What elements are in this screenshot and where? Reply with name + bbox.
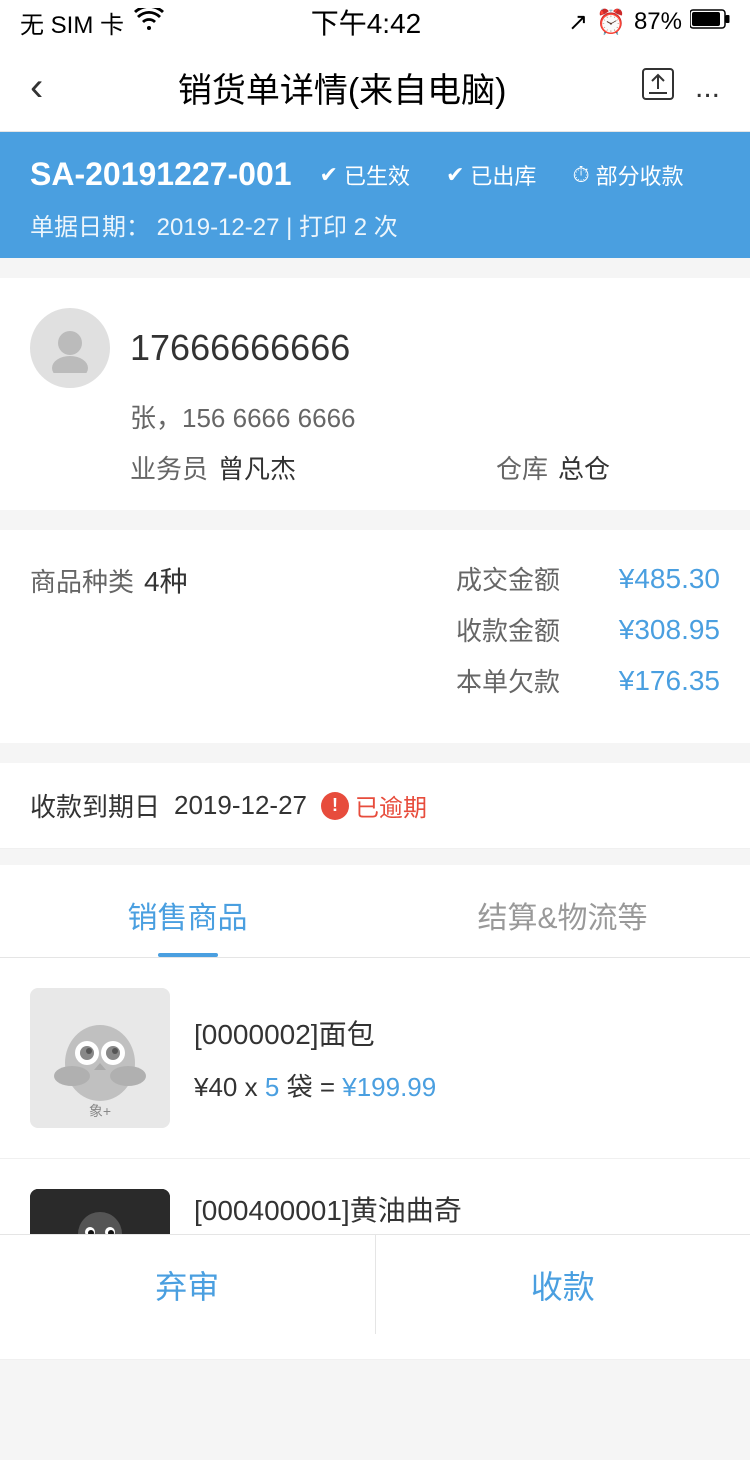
location-icon: ↗ xyxy=(568,8,588,37)
product-name-1: [0000002]面包 xyxy=(194,1013,720,1053)
product-type-label: 商品种类 xyxy=(30,562,134,599)
warehouse-label: 仓库 xyxy=(496,449,548,486)
battery-text: 87% xyxy=(634,8,682,36)
status-bar-right: ↗ ⏰ 87% xyxy=(568,8,730,37)
overdue-badge: ! 已逾期 xyxy=(321,788,427,823)
more-icon[interactable]: ... xyxy=(695,71,720,105)
due-date-value: 2019-12-27 xyxy=(174,790,307,821)
received-amount-label: 收款金额 xyxy=(456,611,560,648)
battery-icon xyxy=(690,8,730,37)
received-amount-value: ¥308.95 xyxy=(590,614,720,646)
customer-section: 17666666666 张，156 6666 6666 业务员 曾凡杰 仓库 总… xyxy=(0,278,750,510)
debt-amount-value: ¥176.35 xyxy=(590,665,720,697)
tab-sales-products[interactable]: 销售商品 xyxy=(0,865,375,957)
sales-label: 业务员 xyxy=(130,449,208,486)
received-amount-row: 收款金额 ¥308.95 xyxy=(456,611,720,648)
sales-person: 曾凡杰 xyxy=(218,449,296,486)
check-icon-1: ✔ xyxy=(320,162,338,188)
svg-text:象+: 象+ xyxy=(89,1103,111,1119)
customer-name: 张，156 6666 6666 xyxy=(130,398,720,435)
carrier-text: 无 SIM 卡 xyxy=(20,5,124,40)
header-banner: SA-20191227-001 ✔ 已生效 ✔ 已出库 ⏱ 部分收款 单据日期：… xyxy=(0,132,750,258)
badge-shipped: ✔ 已出库 xyxy=(438,157,544,193)
wifi-icon xyxy=(134,8,164,37)
confirm-button[interactable]: 收款 xyxy=(376,1235,750,1334)
overdue-text: 已逾期 xyxy=(355,788,427,823)
bottom-toolbar: 弃审 收款 xyxy=(0,1234,750,1334)
back-button[interactable]: ‹ xyxy=(30,65,43,110)
summary-left: 商品种类 4种 xyxy=(30,560,188,608)
product-type-row: 商品种类 4种 xyxy=(30,560,188,600)
customer-avatar xyxy=(30,308,110,388)
due-section: 收款到期日 2019-12-27 ! 已逾期 xyxy=(0,763,750,849)
deal-amount-label: 成交金额 xyxy=(456,560,560,597)
overdue-icon: ! xyxy=(321,792,349,820)
alarm-icon: ⏰ xyxy=(596,8,626,37)
tabs-section: 销售商品 结算&物流等 xyxy=(0,865,750,958)
product-price-1: ¥40 x 5 袋 = ¥199.99 xyxy=(194,1067,720,1104)
debt-amount-row: 本单欠款 ¥176.35 xyxy=(456,662,720,699)
warehouse-value: 总仓 xyxy=(558,449,610,486)
debt-amount-label: 本单欠款 xyxy=(456,662,560,699)
cancel-button[interactable]: 弃审 xyxy=(0,1235,376,1334)
nav-right: ... xyxy=(641,67,720,109)
product-item-1: 象+ [0000002]面包 ¥40 x 5 袋 = ¥199.99 xyxy=(0,958,750,1159)
badge-partial: ⏱ 部分收款 xyxy=(564,157,691,193)
product-thumb-1: 象+ xyxy=(30,988,170,1128)
banner-row2: 单据日期： 2019-12-27 | 打印 2 次 xyxy=(30,207,720,242)
customer-id: 17666666666 xyxy=(130,327,350,369)
tabs-row: 销售商品 结算&物流等 xyxy=(0,865,750,958)
export-icon[interactable] xyxy=(641,67,675,109)
deal-amount-row: 成交金额 ¥485.30 xyxy=(456,560,720,597)
status-bar-left: 无 SIM 卡 xyxy=(20,5,164,40)
product-info-1: [0000002]面包 ¥40 x 5 袋 = ¥199.99 xyxy=(194,1013,720,1104)
product-total-1: ¥199.99 xyxy=(342,1072,436,1102)
customer-meta: 业务员 曾凡杰 仓库 总仓 xyxy=(130,449,720,486)
due-date-label: 收款到期日 xyxy=(30,787,160,824)
deal-amount-value: ¥485.30 xyxy=(590,563,720,595)
nav-left: ‹ xyxy=(30,65,43,110)
order-id: SA-20191227-001 xyxy=(30,156,292,193)
product-type-count: 4种 xyxy=(144,560,188,600)
check-icon-2: ✔ xyxy=(446,162,464,188)
nav-title: 销货单详情(来自电脑) xyxy=(178,63,507,112)
customer-row: 17666666666 xyxy=(30,308,720,388)
status-bar: 无 SIM 卡 下午4:42 ↗ ⏰ 87% xyxy=(0,0,750,44)
banner-row1: SA-20191227-001 ✔ 已生效 ✔ 已出库 ⏱ 部分收款 xyxy=(30,156,720,193)
status-bar-time: 下午4:42 xyxy=(311,2,422,42)
product-qty-1: 5 xyxy=(265,1072,279,1102)
nav-bar: ‹ 销货单详情(来自电脑) ... xyxy=(0,44,750,132)
badge-effective: ✔ 已生效 xyxy=(312,157,418,193)
clock-icon: ⏱ xyxy=(572,162,589,188)
summary-right: 成交金额 ¥485.30 收款金额 ¥308.95 本单欠款 ¥176.35 xyxy=(456,560,720,713)
tab-settlement[interactable]: 结算&物流等 xyxy=(375,865,750,957)
product-name-2: [000400001]黄油曲奇 xyxy=(194,1189,720,1229)
summary-section: 商品种类 4种 成交金额 ¥485.30 收款金额 ¥308.95 本单欠款 ¥… xyxy=(0,530,750,743)
